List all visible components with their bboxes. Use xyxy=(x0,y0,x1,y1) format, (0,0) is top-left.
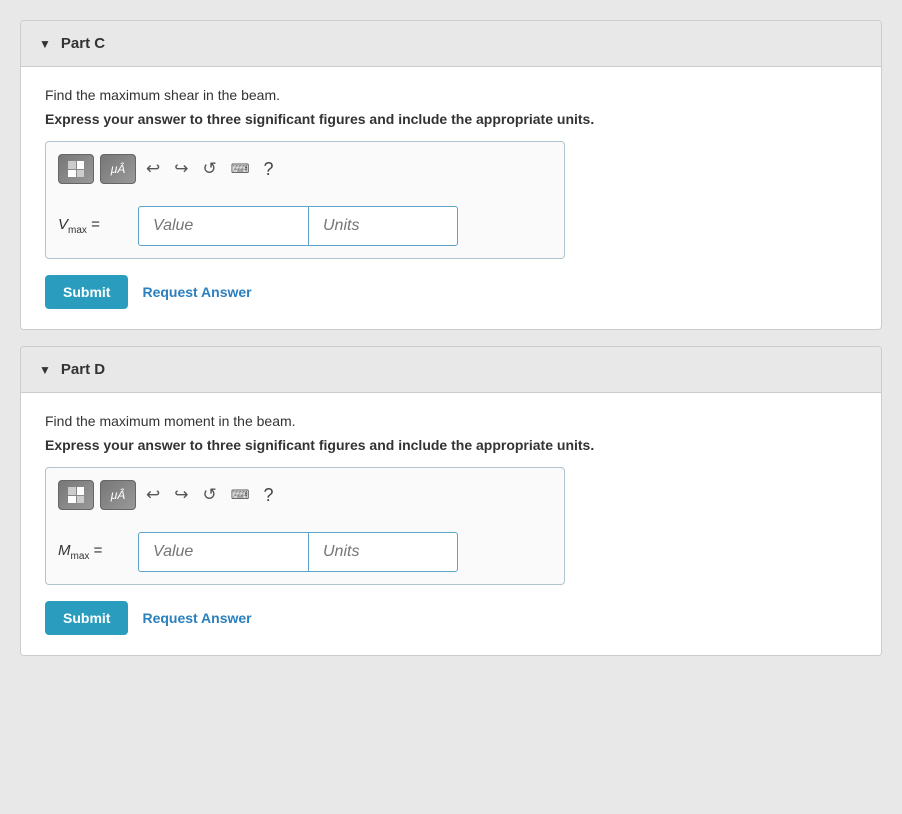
part-c-toolbar: μÂ ↩ ↪ ↺ ⌨ ? xyxy=(58,154,552,194)
part-d-mu-button[interactable]: μÂ xyxy=(100,480,136,510)
part-c-input-box: μÂ ↩ ↪ ↺ ⌨ ? Vmax = xyxy=(45,141,565,259)
part-c-collapse-arrow[interactable]: ▼ xyxy=(39,37,51,51)
part-d-grid-button[interactable] xyxy=(58,480,94,510)
part-d-undo-button[interactable]: ↩ xyxy=(142,483,164,507)
part-d-request-link[interactable]: Request Answer xyxy=(142,610,251,626)
part-c-request-link[interactable]: Request Answer xyxy=(142,284,251,300)
part-c-label: Part C xyxy=(61,35,105,52)
part-d-instruction1: Find the maximum moment in the beam. xyxy=(45,413,857,429)
part-c-section: ▼ Part C Find the maximum shear in the b… xyxy=(20,20,882,330)
part-d-value-input[interactable] xyxy=(138,532,308,572)
part-d-toolbar: μÂ ↩ ↪ ↺ ⌨ ? xyxy=(58,480,552,520)
part-d-refresh-button[interactable]: ↺ xyxy=(199,483,221,507)
part-d-body: Find the maximum moment in the beam. Exp… xyxy=(21,393,881,655)
part-d-keyboard-button[interactable]: ⌨ xyxy=(227,485,254,505)
part-d-submit-button[interactable]: Submit xyxy=(45,601,128,635)
part-c-help-button[interactable]: ? xyxy=(260,157,278,182)
part-c-eq-label: Vmax = xyxy=(58,216,128,236)
part-c-value-input[interactable] xyxy=(138,206,308,246)
part-c-refresh-button[interactable]: ↺ xyxy=(199,157,221,181)
part-c-submit-button[interactable]: Submit xyxy=(45,275,128,309)
part-d-actions: Submit Request Answer xyxy=(45,601,857,635)
part-d-eq-label: Mmax = xyxy=(58,542,128,562)
part-d-section: ▼ Part D Find the maximum moment in the … xyxy=(20,346,882,656)
part-c-input-row: Vmax = xyxy=(58,206,552,246)
part-c-body: Find the maximum shear in the beam. Expr… xyxy=(21,67,881,329)
part-d-input-row: Mmax = xyxy=(58,532,552,572)
part-c-undo-button[interactable]: ↩ xyxy=(142,157,164,181)
part-c-units-input[interactable] xyxy=(308,206,458,246)
part-d-input-box: μÂ ↩ ↪ ↺ ⌨ ? Mmax = xyxy=(45,467,565,585)
part-d-collapse-arrow[interactable]: ▼ xyxy=(39,363,51,377)
part-c-keyboard-button[interactable]: ⌨ xyxy=(227,159,254,179)
part-c-instruction1: Find the maximum shear in the beam. xyxy=(45,87,857,103)
part-c-actions: Submit Request Answer xyxy=(45,275,857,309)
part-d-header: ▼ Part D xyxy=(21,347,881,393)
part-d-redo-button[interactable]: ↪ xyxy=(170,483,192,507)
part-d-units-input[interactable] xyxy=(308,532,458,572)
part-c-mu-button[interactable]: μÂ xyxy=(100,154,136,184)
part-d-label: Part D xyxy=(61,361,105,378)
part-c-header: ▼ Part C xyxy=(21,21,881,67)
part-c-instruction2: Express your answer to three significant… xyxy=(45,111,857,127)
part-c-grid-button[interactable] xyxy=(58,154,94,184)
part-c-redo-button[interactable]: ↪ xyxy=(170,157,192,181)
part-d-help-button[interactable]: ? xyxy=(260,483,278,508)
part-d-instruction2: Express your answer to three significant… xyxy=(45,437,857,453)
